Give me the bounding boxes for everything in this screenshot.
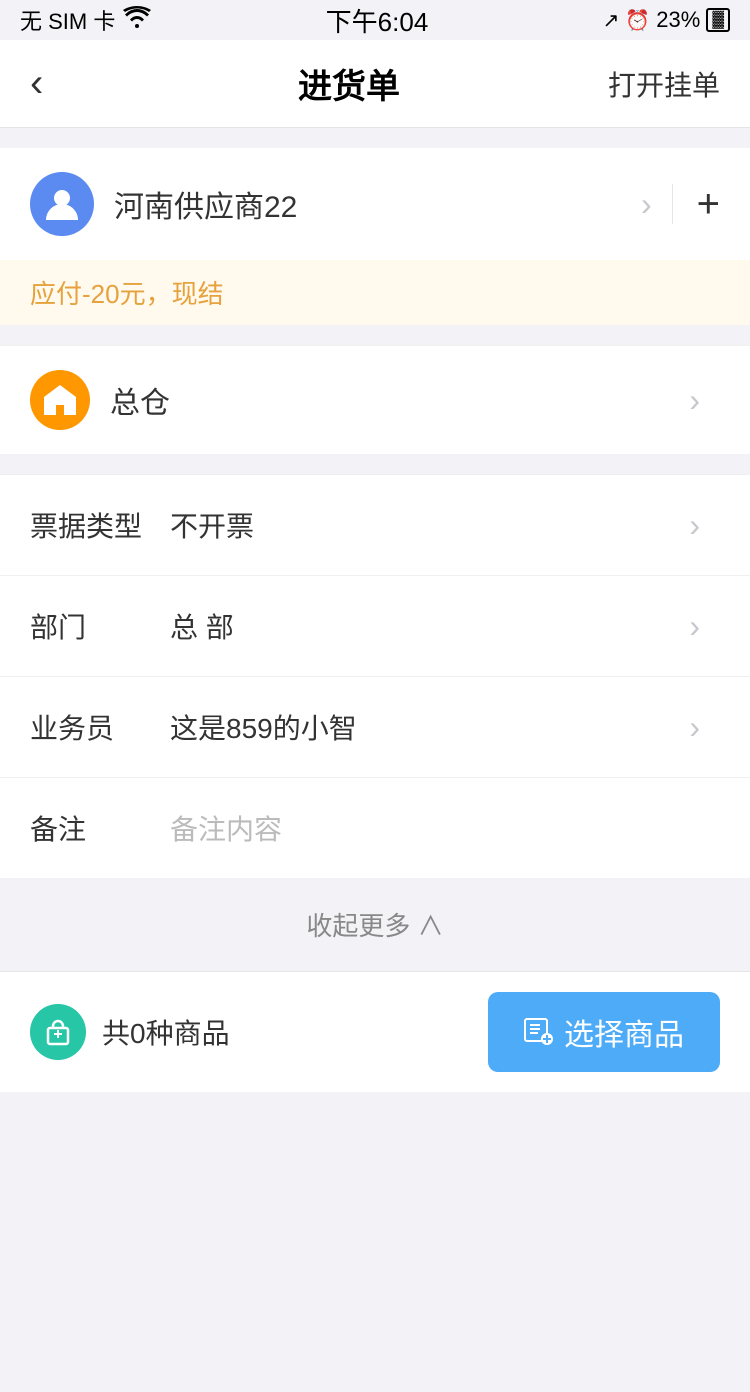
- warehouse-row[interactable]: 总仓 ›: [0, 345, 750, 454]
- warehouse-chevron-icon: ›: [689, 382, 700, 419]
- dept-chevron-icon: ›: [689, 608, 700, 645]
- collapse-row[interactable]: 收起更多 ∧: [0, 878, 750, 971]
- nav-bar: ‹ 进货单 打开挂单: [0, 40, 750, 128]
- salesperson-chevron-icon: ›: [689, 709, 700, 746]
- status-left: 无 SIM 卡: [20, 4, 151, 36]
- notice-row: 应付-20元，现结: [0, 260, 750, 325]
- select-product-button[interactable]: 选择商品: [488, 992, 720, 1072]
- remark-input[interactable]: 备注内容: [150, 808, 720, 848]
- invoice-row[interactable]: 票据类型 不开票 ›: [0, 474, 750, 575]
- remark-label: 备注: [30, 808, 150, 848]
- supplier-divider: [672, 184, 673, 224]
- warehouse-icon-wrap: [30, 370, 90, 430]
- salesperson-row[interactable]: 业务员 这是859的小智 ›: [0, 676, 750, 777]
- invoice-value: 不开票: [150, 505, 689, 545]
- remark-row[interactable]: 备注 备注内容: [0, 777, 750, 878]
- warehouse-card: 总仓 ›: [0, 345, 750, 454]
- alarm-icon: ⏰: [625, 8, 650, 33]
- supplier-card: 河南供应商22 › + 应付-20元，现结: [0, 148, 750, 325]
- invoice-label: 票据类型: [30, 505, 150, 545]
- product-count-wrap: 共0种商品: [30, 1004, 230, 1060]
- invoice-chevron-icon: ›: [689, 507, 700, 544]
- page-background: [0, 1092, 750, 1392]
- add-supplier-button[interactable]: +: [697, 182, 720, 227]
- form-card: 票据类型 不开票 › 部门 总 部 › 业务员 这是859的小智 › 备注 备注…: [0, 474, 750, 878]
- dept-row[interactable]: 部门 总 部 ›: [0, 575, 750, 676]
- bottom-bar: 共0种商品 选择商品: [0, 971, 750, 1092]
- status-time: 下午6:04: [326, 2, 429, 39]
- location-icon: ↗: [603, 8, 620, 33]
- supplier-name: 河南供应商22: [114, 182, 641, 226]
- open-pending-button[interactable]: 打开挂单: [608, 64, 720, 104]
- supplier-avatar: [30, 172, 94, 236]
- section-gap-1: [0, 128, 750, 148]
- salesperson-value: 这是859的小智: [150, 707, 689, 747]
- supplier-row[interactable]: 河南供应商22 › +: [0, 148, 750, 260]
- product-count-text: 共0种商品: [102, 1012, 230, 1052]
- status-right: ↗ ⏰ 23% ▓: [603, 7, 730, 33]
- warehouse-label: 总仓: [110, 378, 689, 422]
- dept-value: 总 部: [150, 606, 689, 646]
- battery-icon: ▓: [706, 8, 730, 32]
- dept-label: 部门: [30, 606, 150, 646]
- collapse-label: 收起更多 ∧: [306, 906, 443, 943]
- cart-icon-wrap: [30, 1004, 86, 1060]
- battery-label: 23%: [656, 7, 700, 33]
- select-product-label: 选择商品: [564, 1010, 684, 1054]
- back-button[interactable]: ‹: [30, 61, 90, 106]
- section-gap-3: [0, 454, 750, 474]
- notice-text: 应付-20元，现结: [30, 279, 224, 309]
- status-bar: 无 SIM 卡 下午6:04 ↗ ⏰ 23% ▓: [0, 0, 750, 40]
- salesperson-label: 业务员: [30, 707, 150, 747]
- section-gap-2: [0, 325, 750, 345]
- wifi-icon: [123, 6, 151, 34]
- supplier-chevron-icon: ›: [641, 186, 652, 223]
- page-title: 进货单: [298, 59, 400, 108]
- sim-label: 无 SIM 卡: [20, 4, 115, 36]
